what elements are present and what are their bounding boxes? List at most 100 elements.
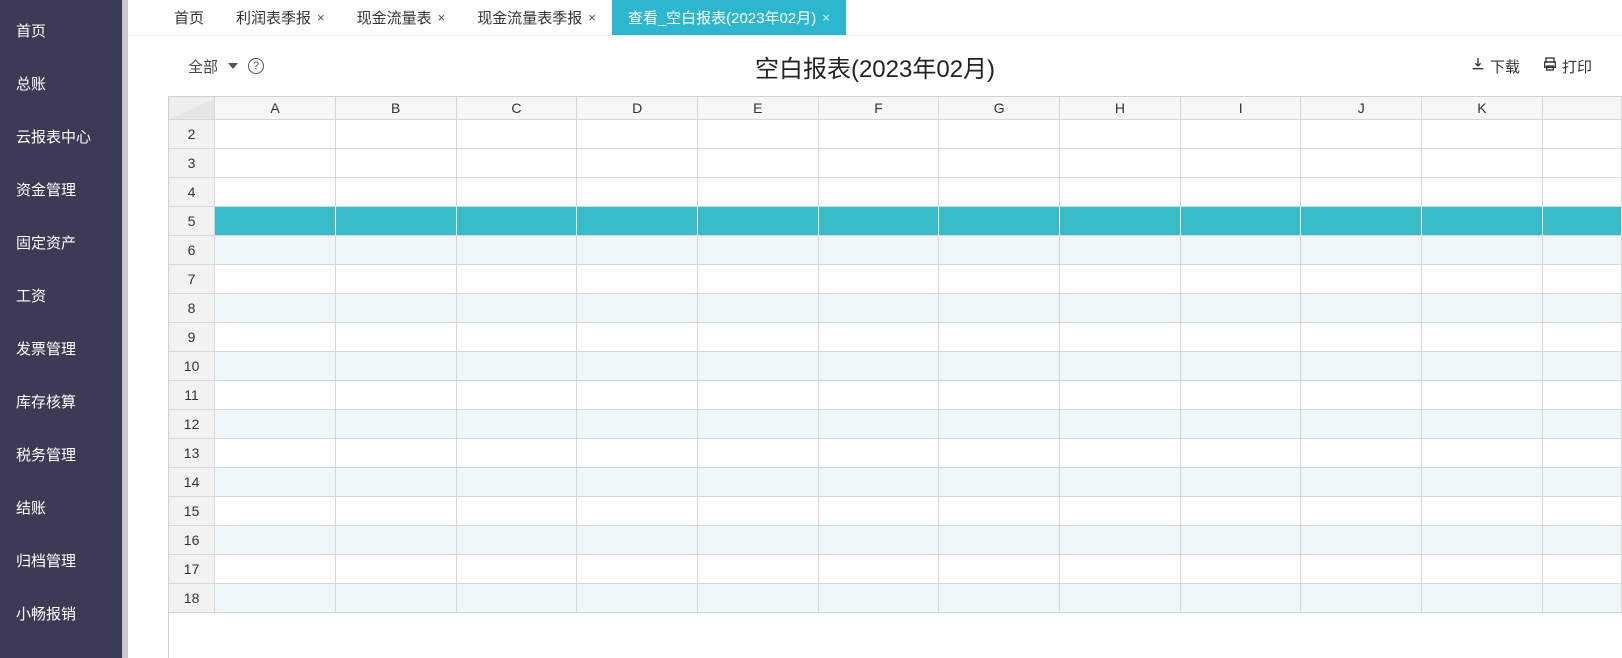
cell[interactable]: [215, 351, 336, 380]
cell[interactable]: [1180, 380, 1301, 409]
cell[interactable]: [1180, 148, 1301, 177]
row-header-16[interactable]: 16: [169, 525, 215, 554]
cell[interactable]: [1542, 177, 1621, 206]
cell[interactable]: [1060, 177, 1181, 206]
cell[interactable]: [697, 177, 818, 206]
select-all-corner[interactable]: [169, 97, 215, 119]
row-header-8[interactable]: 8: [169, 293, 215, 322]
cell[interactable]: [1422, 235, 1543, 264]
cell[interactable]: [1180, 293, 1301, 322]
cell[interactable]: [456, 119, 577, 148]
cell[interactable]: [1180, 496, 1301, 525]
cell[interactable]: [818, 496, 939, 525]
cell[interactable]: [215, 119, 336, 148]
cell[interactable]: [1542, 554, 1621, 583]
cell[interactable]: [1060, 380, 1181, 409]
cell[interactable]: [1422, 206, 1543, 235]
row-header-9[interactable]: 9: [169, 322, 215, 351]
row-header-12[interactable]: 12: [169, 409, 215, 438]
cell[interactable]: [456, 206, 577, 235]
cell[interactable]: [1180, 525, 1301, 554]
cell[interactable]: [697, 206, 818, 235]
cell[interactable]: [1060, 409, 1181, 438]
cell[interactable]: [1301, 351, 1422, 380]
cell[interactable]: [818, 380, 939, 409]
cell[interactable]: [818, 525, 939, 554]
cell[interactable]: [1422, 554, 1543, 583]
cell[interactable]: [697, 496, 818, 525]
cell[interactable]: [577, 496, 698, 525]
cell[interactable]: [1542, 206, 1621, 235]
cell[interactable]: [1180, 235, 1301, 264]
sidebar-item-4[interactable]: 固定资产: [0, 216, 128, 269]
cell[interactable]: [577, 206, 698, 235]
cell[interactable]: [577, 438, 698, 467]
cell[interactable]: [939, 264, 1060, 293]
cell[interactable]: [939, 380, 1060, 409]
cell[interactable]: [335, 351, 456, 380]
cell[interactable]: [697, 380, 818, 409]
cell[interactable]: [697, 235, 818, 264]
row-header-10[interactable]: 10: [169, 351, 215, 380]
cell[interactable]: [456, 177, 577, 206]
cell[interactable]: [1542, 380, 1621, 409]
cell[interactable]: [697, 148, 818, 177]
close-icon[interactable]: ×: [317, 10, 325, 25]
cell[interactable]: [697, 293, 818, 322]
cell[interactable]: [818, 119, 939, 148]
column-header-A[interactable]: A: [215, 97, 336, 119]
tab-4[interactable]: 查看_空白报表(2023年02月)×: [612, 0, 846, 35]
cell[interactable]: [939, 148, 1060, 177]
column-header-C[interactable]: C: [456, 97, 577, 119]
cell[interactable]: [697, 322, 818, 351]
cell[interactable]: [335, 177, 456, 206]
cell[interactable]: [697, 264, 818, 293]
cell[interactable]: [697, 409, 818, 438]
cell[interactable]: [1301, 148, 1422, 177]
sidebar-item-1[interactable]: 总账: [0, 57, 128, 110]
cell[interactable]: [456, 235, 577, 264]
cell[interactable]: [1060, 467, 1181, 496]
cell[interactable]: [215, 496, 336, 525]
cell[interactable]: [456, 380, 577, 409]
cell[interactable]: [1422, 409, 1543, 438]
cell[interactable]: [939, 438, 1060, 467]
sidebar-item-2[interactable]: 云报表中心: [0, 110, 128, 163]
cell[interactable]: [1422, 351, 1543, 380]
cell[interactable]: [335, 583, 456, 612]
cell[interactable]: [577, 467, 698, 496]
cell[interactable]: [215, 177, 336, 206]
cell[interactable]: [335, 235, 456, 264]
cell[interactable]: [577, 235, 698, 264]
cell[interactable]: [1542, 525, 1621, 554]
cell[interactable]: [335, 525, 456, 554]
sidebar-item-3[interactable]: 资金管理: [0, 163, 128, 216]
column-header-G[interactable]: G: [939, 97, 1060, 119]
row-header-18[interactable]: 18: [169, 583, 215, 612]
cell[interactable]: [215, 293, 336, 322]
sidebar-item-7[interactable]: 库存核算: [0, 375, 128, 428]
cell[interactable]: [1180, 264, 1301, 293]
cell[interactable]: [577, 293, 698, 322]
cell[interactable]: [577, 525, 698, 554]
cell[interactable]: [215, 206, 336, 235]
cell[interactable]: [1301, 235, 1422, 264]
cell[interactable]: [1422, 264, 1543, 293]
cell[interactable]: [1542, 293, 1621, 322]
cell[interactable]: [215, 148, 336, 177]
cell[interactable]: [335, 322, 456, 351]
cell[interactable]: [818, 293, 939, 322]
cell[interactable]: [1542, 235, 1621, 264]
cell[interactable]: [697, 554, 818, 583]
cell[interactable]: [1060, 293, 1181, 322]
row-header-17[interactable]: 17: [169, 554, 215, 583]
cell[interactable]: [215, 264, 336, 293]
cell[interactable]: [1301, 177, 1422, 206]
cell[interactable]: [1180, 554, 1301, 583]
cell[interactable]: [1301, 322, 1422, 351]
row-header-7[interactable]: 7: [169, 264, 215, 293]
cell[interactable]: [1301, 293, 1422, 322]
sidebar-item-5[interactable]: 工资: [0, 269, 128, 322]
cell[interactable]: [215, 554, 336, 583]
tab-1[interactable]: 利润表季报×: [220, 0, 341, 35]
